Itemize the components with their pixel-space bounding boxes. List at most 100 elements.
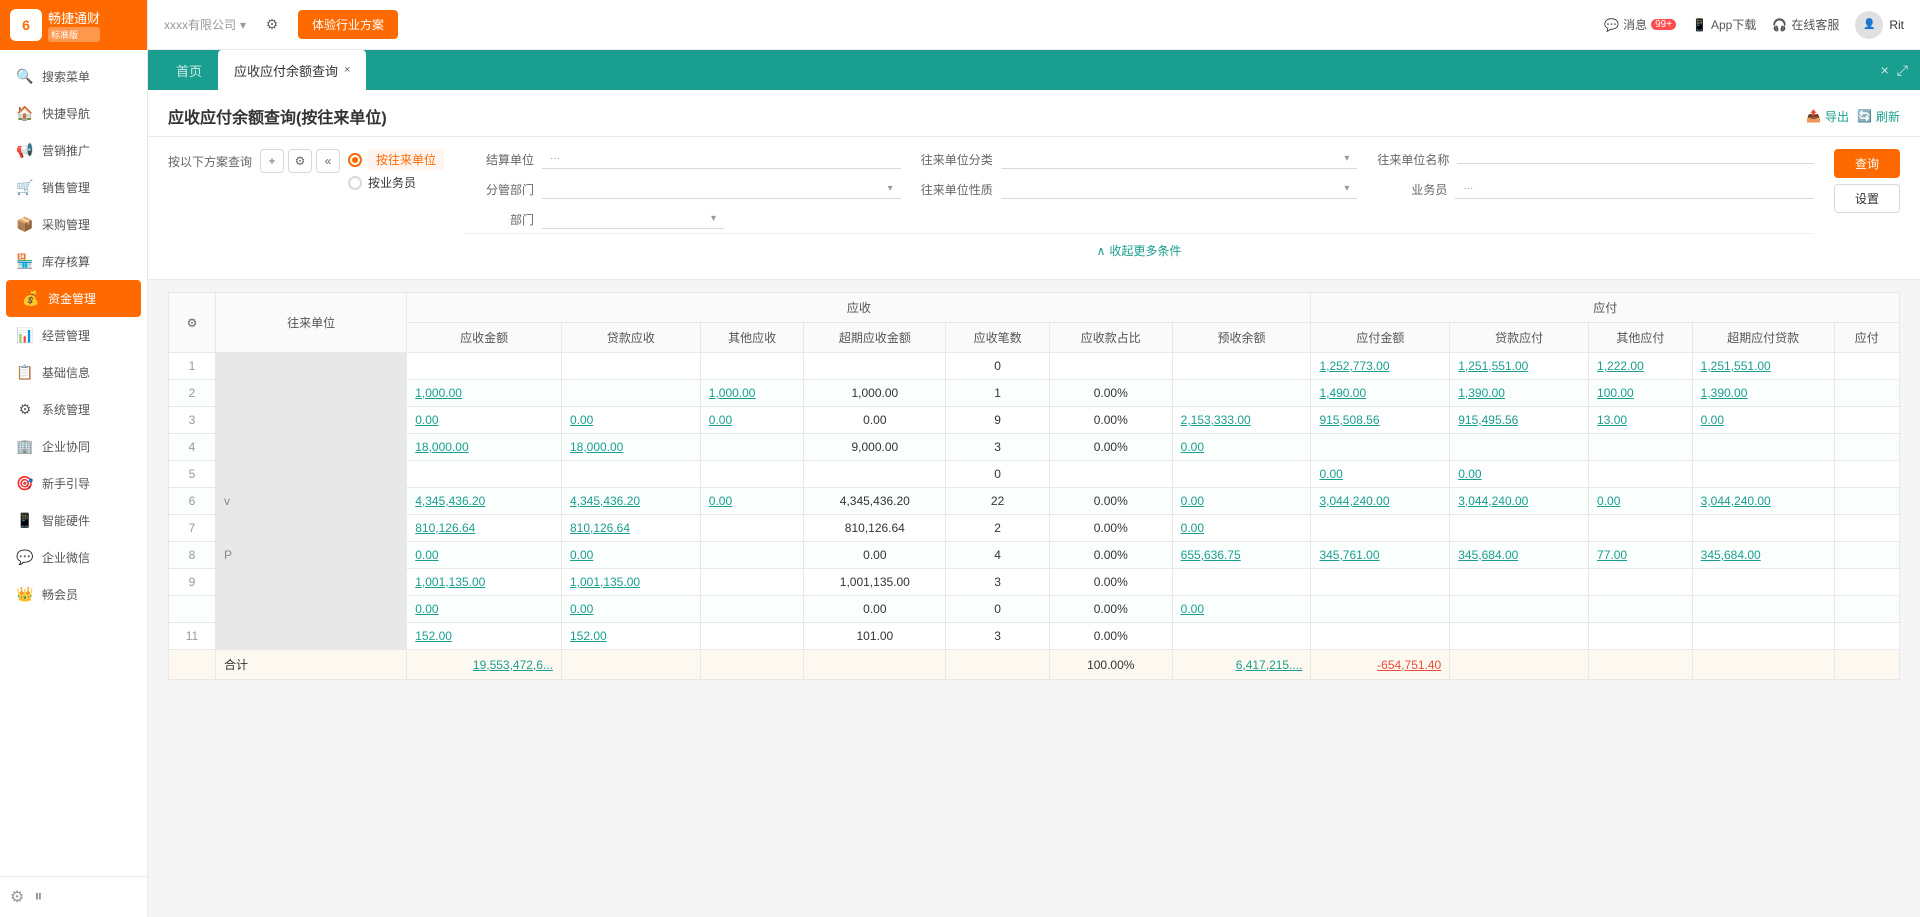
query-button[interactable]: 查询 bbox=[1834, 149, 1900, 178]
filter-settings-icon[interactable]: ⚙ bbox=[288, 149, 312, 173]
unit-nature-select[interactable]: ▾ bbox=[1001, 179, 1358, 199]
cell-link[interactable]: 1,000.00 bbox=[709, 386, 756, 400]
cell-link[interactable]: 0.00 bbox=[570, 602, 593, 616]
sidebar-item-quick-nav[interactable]: 🏠 快捷导航 bbox=[0, 95, 147, 132]
sidebar-item-member[interactable]: 👑 畅会员 bbox=[0, 576, 147, 613]
unit-name-input[interactable] bbox=[1457, 155, 1814, 164]
cell-link[interactable]: 0.00 bbox=[415, 548, 438, 562]
close-window-icon[interactable]: × bbox=[1881, 62, 1889, 79]
cell-link[interactable]: 810,126.64 bbox=[415, 521, 475, 535]
cell-link[interactable]: 3,044,240.00 bbox=[1458, 494, 1528, 508]
user-info[interactable]: 👤 Rit bbox=[1855, 11, 1904, 39]
cell-link[interactable]: 1,390.00 bbox=[1458, 386, 1505, 400]
cell-link[interactable]: 1,000.00 bbox=[415, 386, 462, 400]
footer-settings-icon[interactable]: ⚙ bbox=[10, 887, 24, 907]
tab-receivable-query[interactable]: 应收应付余额查询 × bbox=[218, 50, 366, 90]
cell-link[interactable]: 0.00 bbox=[1181, 521, 1204, 535]
total-pay-amt[interactable]: -654,751.40 bbox=[1311, 650, 1450, 680]
breadcrumb-chevron[interactable]: ▾ bbox=[240, 18, 246, 32]
cell-link[interactable]: 0.00 bbox=[709, 413, 732, 427]
cell-link[interactable]: 345,684.00 bbox=[1458, 548, 1518, 562]
sidebar-item-basic-info[interactable]: 📋 基础信息 bbox=[0, 354, 147, 391]
cell-link[interactable]: 345,761.00 bbox=[1319, 548, 1379, 562]
sidebar-item-finance[interactable]: 💰 资金管理 bbox=[6, 280, 141, 317]
total-recv-amt[interactable]: 19,553,472,6... bbox=[407, 650, 562, 680]
filter-option-salesperson[interactable]: 按业务员 bbox=[348, 174, 444, 191]
filter-option-unit[interactable]: 按往来单位 bbox=[348, 149, 444, 170]
footer-collapse-icon[interactable]: ⏸ bbox=[34, 888, 42, 906]
setting-button[interactable]: 设置 bbox=[1834, 184, 1900, 213]
cell-link[interactable]: 0.00 bbox=[1597, 494, 1620, 508]
cell-link[interactable]: 77.00 bbox=[1597, 548, 1627, 562]
export-button[interactable]: 📤 导出 bbox=[1806, 108, 1849, 125]
cell-link[interactable]: 915,508.56 bbox=[1319, 413, 1379, 427]
cell-link[interactable]: 152.00 bbox=[570, 629, 607, 643]
sidebar-item-marketing[interactable]: 📢 营销推广 bbox=[0, 132, 147, 169]
cell-link[interactable]: 655,636.75 bbox=[1181, 548, 1241, 562]
cell-link[interactable]: 0.00 bbox=[570, 413, 593, 427]
cell-link[interactable]: 0.00 bbox=[570, 548, 593, 562]
cell-link[interactable]: 915,495.56 bbox=[1458, 413, 1518, 427]
unit-category-select[interactable]: ▾ bbox=[1001, 149, 1358, 169]
division-dept-select[interactable]: ▾ bbox=[542, 179, 901, 199]
filter-collapse-icon[interactable]: « bbox=[316, 149, 340, 173]
cell-link[interactable]: 0.00 bbox=[1181, 602, 1204, 616]
sidebar-item-guide[interactable]: 🎯 新手引导 bbox=[0, 465, 147, 502]
cell-link[interactable]: 4,345,436.20 bbox=[570, 494, 640, 508]
cell-link[interactable]: 0.00 bbox=[1181, 494, 1204, 508]
cell-link[interactable]: 0.00 bbox=[709, 494, 732, 508]
cell-link[interactable]: 18,000.00 bbox=[570, 440, 623, 454]
sidebar-label-wechat: 企业微信 bbox=[42, 549, 90, 566]
solution-button[interactable]: 体验行业方案 bbox=[298, 10, 398, 39]
cell-link[interactable]: 0.00 bbox=[1701, 413, 1724, 427]
sidebar-label-member: 畅会员 bbox=[42, 586, 78, 603]
sidebar-item-search[interactable]: 🔍 搜索菜单 bbox=[0, 58, 147, 95]
total-prepay-bal[interactable]: 6,417,215.... bbox=[1172, 650, 1311, 680]
sidebar-item-wechat[interactable]: 💬 企业微信 bbox=[0, 539, 147, 576]
add-filter-icon[interactable]: + bbox=[260, 149, 284, 173]
cell-link[interactable]: 1,390.00 bbox=[1701, 386, 1748, 400]
header-gear-button[interactable]: ⚙ bbox=[258, 11, 286, 39]
cell-link[interactable]: 152.00 bbox=[415, 629, 452, 643]
sidebar-item-purchase[interactable]: 📦 采购管理 bbox=[0, 206, 147, 243]
refresh-button[interactable]: 🔄 刷新 bbox=[1857, 108, 1900, 125]
sidebar-item-inventory[interactable]: 🏪 库存核算 bbox=[0, 243, 147, 280]
cell-link[interactable]: 0.00 bbox=[415, 602, 438, 616]
cell-link[interactable]: 3,044,240.00 bbox=[1701, 494, 1771, 508]
app-download-group[interactable]: 📱 App下载 bbox=[1692, 16, 1756, 33]
cell-link[interactable]: 345,684.00 bbox=[1701, 548, 1761, 562]
sidebar-item-sales[interactable]: 🛒 销售管理 bbox=[0, 169, 147, 206]
tab-home[interactable]: 首页 bbox=[160, 50, 218, 90]
cell-link[interactable]: 13.00 bbox=[1597, 413, 1627, 427]
cell-link[interactable]: 810,126.64 bbox=[570, 521, 630, 535]
cell-link[interactable]: 4,345,436.20 bbox=[415, 494, 485, 508]
cell-link[interactable]: 1,251,551.00 bbox=[1701, 359, 1771, 373]
cell-link[interactable]: 1,001,135.00 bbox=[570, 575, 640, 589]
online-service-group[interactable]: 🎧 在线客服 bbox=[1772, 16, 1839, 33]
cell-link[interactable]: 18,000.00 bbox=[415, 440, 468, 454]
cell-link[interactable]: 3,044,240.00 bbox=[1319, 494, 1389, 508]
cell-link[interactable]: 1,490.00 bbox=[1319, 386, 1366, 400]
cell-link[interactable]: 1,222.00 bbox=[1597, 359, 1644, 373]
sidebar-item-operation[interactable]: 📊 经营管理 bbox=[0, 317, 147, 354]
message-group[interactable]: 💬 消息 99+ bbox=[1604, 16, 1676, 33]
cell-link[interactable]: 0.00 bbox=[1458, 467, 1481, 481]
cell-link[interactable]: 100.00 bbox=[1597, 386, 1634, 400]
cell-link[interactable]: 2,153,333.00 bbox=[1181, 413, 1251, 427]
cell-link[interactable]: 1,252,773.00 bbox=[1319, 359, 1389, 373]
sidebar-item-enterprise[interactable]: 🏢 企业协同 bbox=[0, 428, 147, 465]
cell-link[interactable]: 0.00 bbox=[1181, 440, 1204, 454]
dept-select[interactable]: ▾ bbox=[542, 209, 724, 229]
cell-link[interactable]: 1,001,135.00 bbox=[415, 575, 485, 589]
cell-link[interactable]: 1,251,551.00 bbox=[1458, 359, 1528, 373]
tab-close-icon[interactable]: × bbox=[344, 64, 350, 76]
fullscreen-icon[interactable]: ⤢ bbox=[1897, 62, 1908, 79]
sidebar-item-system[interactable]: ⚙ 系统管理 bbox=[0, 391, 147, 428]
salesperson-input[interactable]: ··· bbox=[1455, 179, 1814, 199]
cell-link[interactable]: 0.00 bbox=[415, 413, 438, 427]
cell-link[interactable]: 0.00 bbox=[1319, 467, 1342, 481]
jiesuan-input[interactable]: ··· bbox=[542, 149, 901, 169]
collapse-more-btn[interactable]: ∧ 收起更多条件 bbox=[464, 233, 1814, 267]
sidebar-item-hardware[interactable]: 📱 智能硬件 bbox=[0, 502, 147, 539]
table-settings-icon[interactable]: ⚙ bbox=[187, 316, 198, 330]
